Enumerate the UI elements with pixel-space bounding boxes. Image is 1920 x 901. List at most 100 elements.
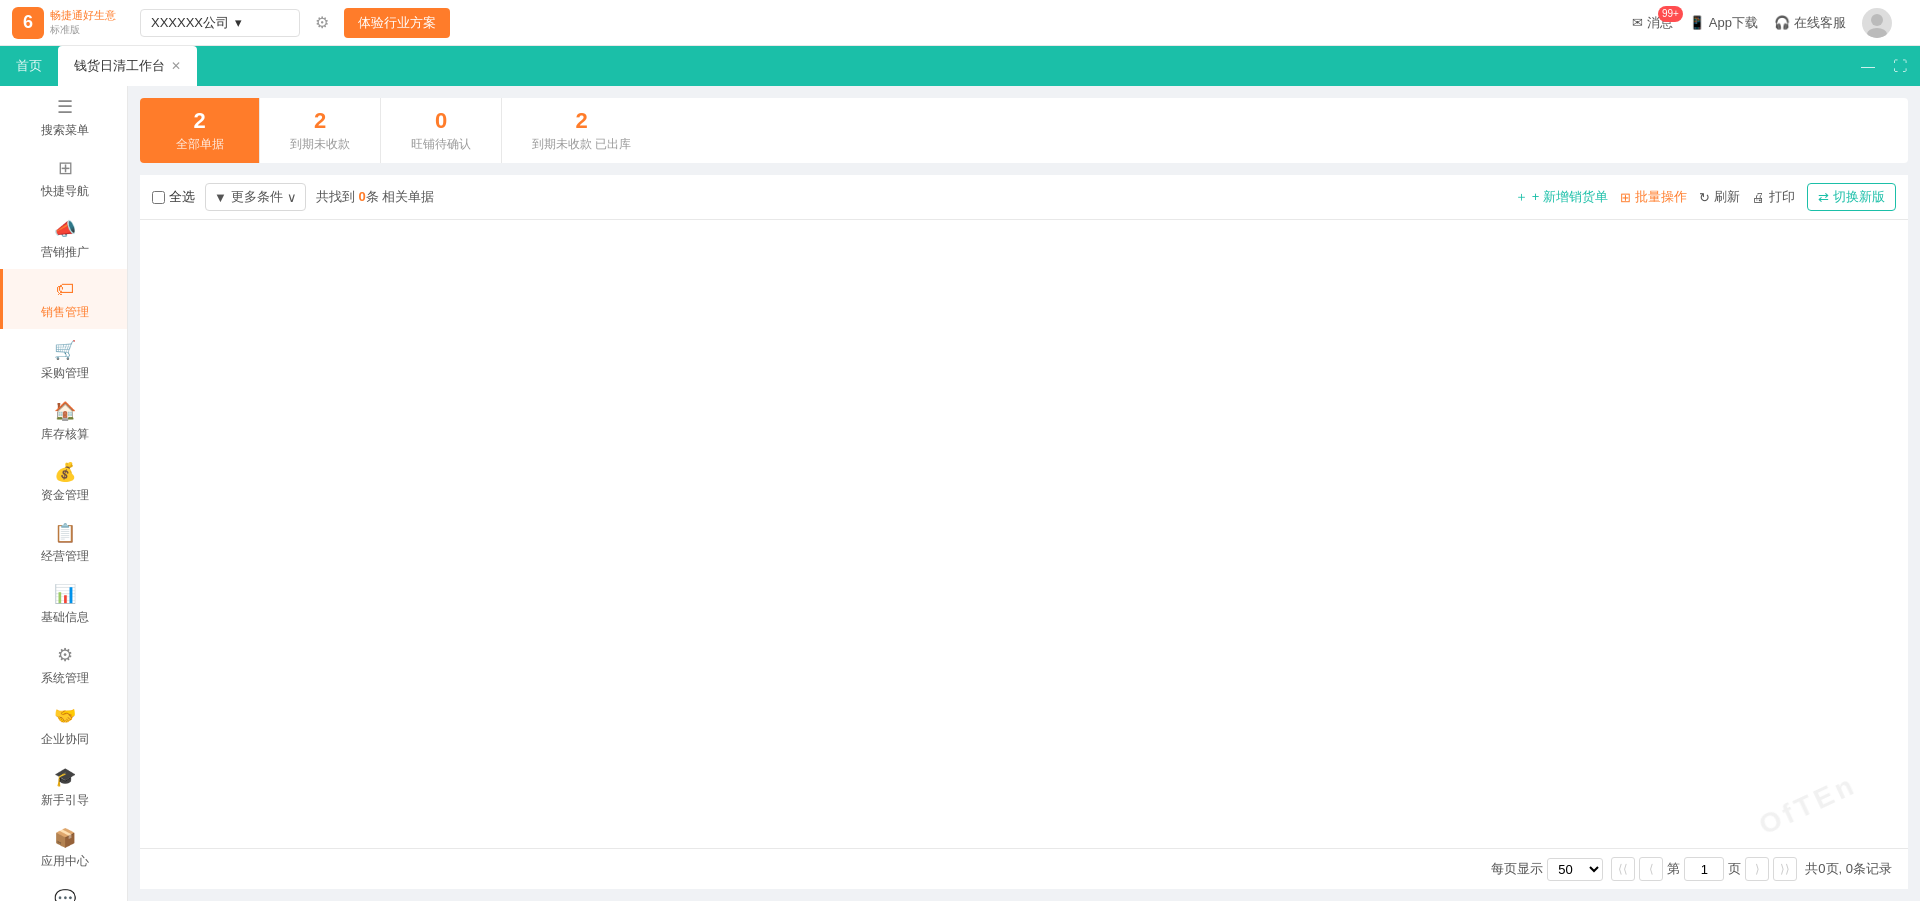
tab-work-station-label: 钱货日清工作台 xyxy=(74,57,165,75)
new-sale-order-button[interactable]: ＋ + 新增销货单 xyxy=(1515,188,1608,206)
app-download-button[interactable]: 📱 App下载 xyxy=(1689,14,1758,32)
page-next-button[interactable]: ⟩ xyxy=(1745,857,1769,881)
switch-version-button[interactable]: ⇄ 切换新版 xyxy=(1807,183,1896,211)
per-page-label: 每页显示 xyxy=(1491,860,1543,878)
filter-label: 更多条件 xyxy=(231,188,283,206)
logo-area: 6 畅捷通好生意 标准版 xyxy=(12,7,140,39)
headset-icon: 🎧 xyxy=(1774,15,1790,30)
tab-expand-button[interactable]: ⛶ xyxy=(1888,54,1912,78)
refresh-label: 刷新 xyxy=(1714,188,1740,206)
stat-tab-overdue[interactable]: 2 到期未收款 xyxy=(260,98,381,163)
sidebar-item-base-info[interactable]: 📊 基础信息 xyxy=(0,573,127,634)
toolbar-left: 全选 ▼ 更多条件 ∨ 共找到 0条 相关单据 xyxy=(152,183,1505,211)
batch-action-button[interactable]: ⊞ 批量操作 xyxy=(1620,188,1687,206)
sidebar-enterprise-label: 企业协同 xyxy=(41,731,89,748)
online-service-button[interactable]: 🎧 在线客服 xyxy=(1774,14,1846,32)
sidebar-operations-label: 经营管理 xyxy=(41,548,89,565)
sidebar-system-label: 系统管理 xyxy=(41,670,89,687)
sidebar-item-purchase[interactable]: 🛒 采购管理 xyxy=(0,329,127,390)
app-download-label: App下载 xyxy=(1709,14,1758,32)
content-area: 2 全部单据 2 到期未收款 0 旺铺待确认 2 到期未收款 已出库 xyxy=(128,86,1920,901)
sidebar-item-inventory[interactable]: 🏠 库存核算 xyxy=(0,390,127,451)
sidebar-item-finance[interactable]: 💰 资金管理 xyxy=(0,451,127,512)
base-info-icon: 📊 xyxy=(54,583,76,605)
filter-button[interactable]: ▼ 更多条件 ∨ xyxy=(205,183,306,211)
sidebar-item-enterprise[interactable]: 🤝 企业协同 xyxy=(0,695,127,756)
message-button[interactable]: ✉ 消息 99+ xyxy=(1632,14,1673,32)
experience-button[interactable]: 体验行业方案 xyxy=(344,8,450,38)
sidebar-search-label: 搜索菜单 xyxy=(41,122,89,139)
operations-icon: 📋 xyxy=(54,522,76,544)
sidebar-appstore-label: 应用中心 xyxy=(41,853,89,870)
page-label-suffix: 页 xyxy=(1728,860,1741,878)
tab-home[interactable]: 首页 xyxy=(0,46,58,86)
select-all-checkbox[interactable]: 全选 xyxy=(152,188,195,206)
sidebar-item-sales[interactable]: 🏷 销售管理 xyxy=(0,269,127,329)
pagination-bar: 每页显示 50 100 200 ⟨⟨ ⟨ 第 页 ⟩ xyxy=(140,848,1908,889)
sidebar-quicknav-label: 快捷导航 xyxy=(41,183,89,200)
sidebar-base-info-label: 基础信息 xyxy=(41,609,89,626)
stat-overdue-count: 2 xyxy=(314,108,326,134)
select-all-label: 全选 xyxy=(169,188,195,206)
page-last-button[interactable]: ⟩⟩ xyxy=(1773,857,1797,881)
filter-chevron-icon: ∨ xyxy=(287,190,297,205)
svg-point-1 xyxy=(1867,28,1887,38)
print-button[interactable]: 🖨 打印 xyxy=(1752,188,1795,206)
sidebar-sales-label: 销售管理 xyxy=(41,304,89,321)
sidebar-item-marketing[interactable]: 📣 营销推广 xyxy=(0,208,127,269)
total-text: 共0页, 0条记录 xyxy=(1805,860,1892,878)
sidebar-item-search[interactable]: ☰ 搜索菜单 xyxy=(0,86,127,147)
sidebar-item-appstore[interactable]: 📦 应用中心 xyxy=(0,817,127,878)
per-page-dropdown[interactable]: 50 100 200 xyxy=(1547,858,1603,881)
message-badge: 99+ xyxy=(1658,6,1683,22)
main-layout: ☰ 搜索菜单 ⊞ 快捷导航 📣 营销推广 🏷 销售管理 🛒 采购管理 🏠 库存核… xyxy=(0,86,1920,901)
inventory-icon: 🏠 xyxy=(54,400,76,422)
page-prev-button[interactable]: ⟨ xyxy=(1639,857,1663,881)
plus-icon: ＋ xyxy=(1515,188,1528,206)
sidebar-item-quicknav[interactable]: ⊞ 快捷导航 xyxy=(0,147,127,208)
table-container xyxy=(140,220,1908,848)
stat-overdue-label: 到期未收款 xyxy=(290,136,350,153)
enterprise-icon: 🤝 xyxy=(54,705,76,727)
app-download-icon: 📱 xyxy=(1689,15,1705,30)
stat-wangpu-count: 0 xyxy=(435,108,447,134)
tab-home-label: 首页 xyxy=(16,57,42,75)
settings-button[interactable]: ⚙ xyxy=(306,7,338,39)
page-first-button[interactable]: ⟨⟨ xyxy=(1611,857,1635,881)
stat-all-count: 2 xyxy=(193,108,205,134)
page-input[interactable] xyxy=(1684,857,1724,881)
top-header: 6 畅捷通好生意 标准版 XXXXXX公司 ▾ ⚙ 体验行业方案 ✉ 消息 99… xyxy=(0,0,1920,46)
avatar[interactable] xyxy=(1862,8,1892,38)
system-icon: ⚙ xyxy=(57,644,73,666)
stat-tab-shipped[interactable]: 2 到期未收款 已出库 xyxy=(502,98,661,163)
sidebar-item-system[interactable]: ⚙ 系统管理 xyxy=(0,634,127,695)
new-sale-order-label: + 新增销货单 xyxy=(1532,188,1608,206)
tab-close-icon[interactable]: ✕ xyxy=(171,59,181,73)
tab-minimize-button[interactable]: — xyxy=(1856,54,1880,78)
marketing-icon: 📣 xyxy=(54,218,76,240)
sidebar-item-operations[interactable]: 📋 经营管理 xyxy=(0,512,127,573)
refresh-icon: ↻ xyxy=(1699,190,1710,205)
company-selector[interactable]: XXXXXX公司 ▾ xyxy=(140,9,300,37)
finance-icon: 💰 xyxy=(54,461,76,483)
wechat-icon: 💬 xyxy=(54,888,76,901)
sidebar-marketing-label: 营销推广 xyxy=(41,244,89,261)
print-icon: 🖨 xyxy=(1752,190,1765,205)
batch-icon: ⊞ xyxy=(1620,190,1631,205)
content-inner: 全选 ▼ 更多条件 ∨ 共找到 0条 相关单据 ＋ xyxy=(140,175,1908,889)
app-title: 畅捷通好生意 xyxy=(50,8,116,22)
sidebar-guide-label: 新手引导 xyxy=(41,792,89,809)
tab-work-station[interactable]: 钱货日清工作台 ✕ xyxy=(58,46,197,86)
page-nav: ⟨⟨ ⟨ 第 页 ⟩ ⟩⟩ xyxy=(1611,857,1797,881)
switch-icon: ⇄ xyxy=(1818,190,1829,205)
stat-tab-all[interactable]: 2 全部单据 xyxy=(140,98,260,163)
stat-shipped-label: 到期未收款 已出库 xyxy=(532,136,631,153)
appstore-icon: 📦 xyxy=(54,827,76,849)
sidebar-item-wechat[interactable]: 💬 企业微信 xyxy=(0,878,127,901)
stat-all-label: 全部单据 xyxy=(176,136,224,153)
sidebar-item-guide[interactable]: 🎓 新手引导 xyxy=(0,756,127,817)
refresh-button[interactable]: ↻ 刷新 xyxy=(1699,188,1740,206)
per-page-select: 每页显示 50 100 200 xyxy=(1491,858,1603,881)
select-all-input[interactable] xyxy=(152,191,165,204)
stat-tab-wangpu[interactable]: 0 旺铺待确认 xyxy=(381,98,502,163)
